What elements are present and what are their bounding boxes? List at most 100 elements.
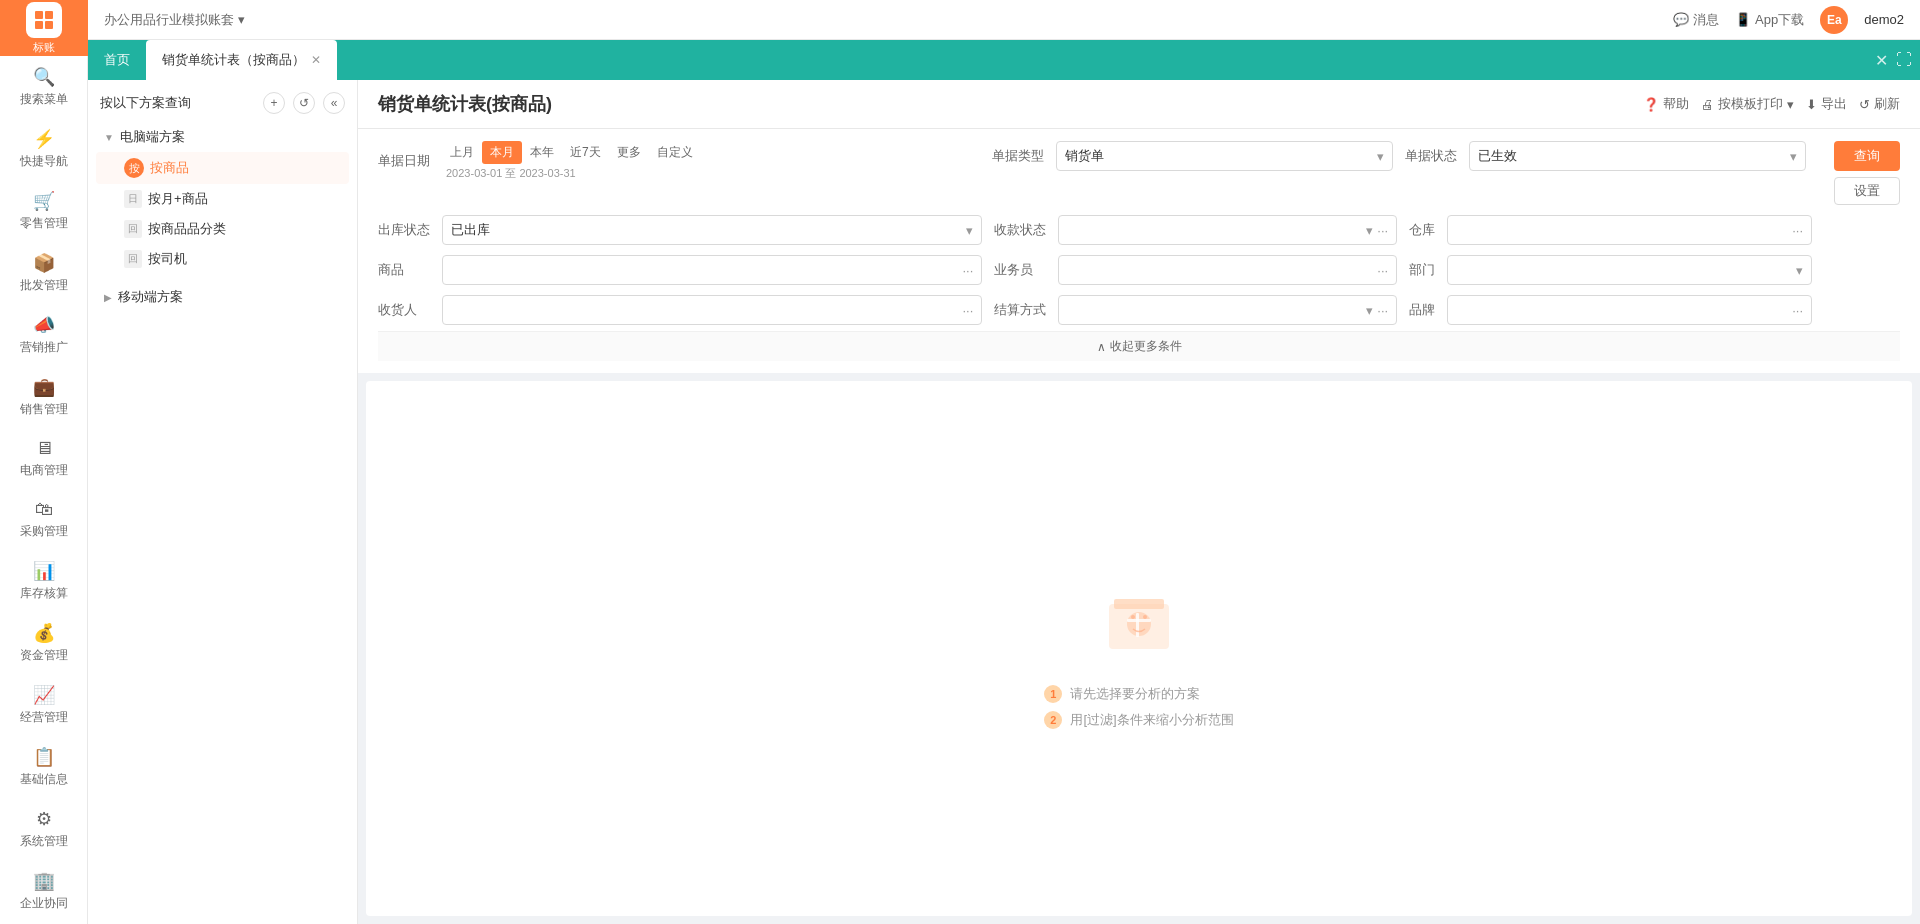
system-icon: ⚙ — [36, 808, 52, 830]
left-panel-actions: + ↺ « — [263, 92, 345, 114]
sidebar-item-quick-nav[interactable]: ⚡ 快捷导航 — [0, 118, 87, 180]
refresh-btn[interactable]: ↺ 刷新 — [1859, 95, 1900, 113]
tree-group-mobile-label: 移动端方案 — [118, 288, 183, 306]
brand-label: 品牌 — [1409, 301, 1439, 319]
sidebar-item-sales[interactable]: 💼 销售管理 — [0, 366, 87, 428]
collapse-panel-btn[interactable]: « — [323, 92, 345, 114]
filter-area: 单据日期 上月 本月 本年 近7天 更多 自定义 2023-03-01 至 20… — [358, 129, 1920, 373]
export-label: 导出 — [1821, 95, 1847, 113]
sidebar-item-finance[interactable]: 💰 资金管理 — [0, 612, 87, 674]
sidebar-item-operation-label: 经营管理 — [20, 709, 68, 726]
page-header: 销货单统计表(按商品) ❓ 帮助 🖨 按模板打印 ▾ ⬇ — [358, 80, 1920, 129]
payment-selector[interactable]: ▾ ··· — [1058, 295, 1397, 325]
product-label: 商品 — [378, 261, 434, 279]
doc-status-label: 单据状态 — [1405, 147, 1461, 165]
doc-type-value: 销货单 — [1065, 147, 1373, 165]
help-btn[interactable]: ❓ 帮助 — [1643, 95, 1689, 113]
tab-maximize-icon[interactable]: ⛶ — [1896, 51, 1912, 69]
tree-group-mobile-header[interactable]: ▶ 移动端方案 — [96, 282, 349, 312]
sidebar-item-basic[interactable]: 📋 基础信息 — [0, 736, 87, 798]
sidebar-item-search[interactable]: 🔍 搜索菜单 — [0, 56, 87, 118]
app-download-label: App下载 — [1755, 11, 1804, 29]
sidebar-item-wholesale[interactable]: 📦 批发管理 — [0, 242, 87, 304]
svg-rect-1 — [45, 11, 53, 19]
sidebar-item-marketing[interactable]: 📣 营销推广 — [0, 304, 87, 366]
template-print-btn[interactable]: 🖨 按模板打印 ▾ — [1701, 95, 1794, 113]
tree-group-desktop-label: 电脑端方案 — [120, 128, 185, 146]
sidebar-item-inventory[interactable]: 📊 库存核算 — [0, 550, 87, 612]
date-btn-more[interactable]: 更多 — [609, 141, 649, 164]
left-panel: 按以下方案查询 + ↺ « ▼ 电脑端方案 按 按商品 日 按月 — [88, 80, 358, 924]
basic-icon: 📋 — [33, 746, 55, 768]
tree-item-by-product[interactable]: 按 按商品 — [96, 152, 349, 184]
refresh-label: 刷新 — [1874, 95, 1900, 113]
date-btn-this-month[interactable]: 本月 — [482, 141, 522, 164]
recipient-selector[interactable]: ··· — [442, 295, 982, 325]
tab-sales-stats[interactable]: 销货单统计表（按商品） ✕ — [146, 40, 337, 80]
receipt-status-dots-icon: ··· — [1377, 223, 1388, 238]
doc-type-label: 单据类型 — [992, 147, 1048, 165]
add-scheme-btn[interactable]: + — [263, 92, 285, 114]
date-btn-custom[interactable]: 自定义 — [649, 141, 701, 164]
collapse-more-btn[interactable]: ∧ 收起更多条件 — [378, 331, 1900, 361]
settings-button[interactable]: 设置 — [1834, 177, 1900, 205]
query-button[interactable]: 查询 — [1834, 141, 1900, 171]
logo[interactable]: 标账 — [0, 0, 88, 56]
message-label: 消息 — [1693, 11, 1719, 29]
export-icon: ⬇ — [1806, 97, 1817, 112]
date-range-label: 2023-03-01 至 2023-03-31 — [442, 166, 980, 181]
tree-group-desktop-header[interactable]: ▼ 电脑端方案 — [96, 122, 349, 152]
topbar: 办公用品行业模拟账套 ▾ 💬 消息 📱 App下载 Ea demo2 — [88, 0, 1920, 40]
tabbar: 首页 销货单统计表（按商品） ✕ ✕ ⛶ — [88, 40, 1920, 80]
date-btn-7days[interactable]: 近7天 — [562, 141, 609, 164]
sidebar-nav: 🔍 搜索菜单 ⚡ 快捷导航 🛒 零售管理 📦 批发管理 📣 营销推广 💼 销售管… — [0, 56, 87, 924]
refresh-scheme-btn[interactable]: ↺ — [293, 92, 315, 114]
help-label: 帮助 — [1663, 95, 1689, 113]
out-status-selector[interactable]: 已出库 ▾ — [442, 215, 982, 245]
tab-home[interactable]: 首页 — [88, 40, 146, 80]
purchase-icon: 🛍 — [35, 499, 53, 520]
payment-dots-icon: ··· — [1377, 303, 1388, 318]
receipt-status-selector[interactable]: ▾ ··· — [1058, 215, 1397, 245]
sidebar-item-enterprise[interactable]: 🏢 企业协同 — [0, 860, 87, 922]
sidebar-item-purchase[interactable]: 🛍 采购管理 — [0, 489, 87, 550]
sidebar-item-system[interactable]: ⚙ 系统管理 — [0, 798, 87, 860]
doc-status-selector[interactable]: 已生效 ▾ — [1469, 141, 1806, 171]
tree-item-month-icon: 日 — [124, 190, 142, 208]
industry-selector[interactable]: 办公用品行业模拟账套 ▾ — [104, 11, 245, 29]
collapse-more-label: 收起更多条件 — [1110, 338, 1182, 355]
doc-type-selector[interactable]: 销货单 ▾ — [1056, 141, 1393, 171]
tree-item-by-category[interactable]: 回 按商品品分类 — [96, 214, 349, 244]
finance-icon: 💰 — [33, 622, 55, 644]
sidebar-item-finance-label: 资金管理 — [20, 647, 68, 664]
tab-close-icon[interactable]: ✕ — [311, 53, 321, 67]
topbar-right: 💬 消息 📱 App下载 Ea demo2 — [1673, 6, 1904, 34]
username-label: demo2 — [1864, 12, 1904, 27]
brand-selector[interactable]: ··· — [1447, 295, 1812, 325]
empty-state: 1 请先选择要分析的方案 2 用[过滤]条件来缩小分析范围 — [366, 381, 1912, 916]
user-avatar[interactable]: Ea — [1820, 6, 1848, 34]
salesperson-selector[interactable]: ··· — [1058, 255, 1397, 285]
tree-item-category-icon: 回 — [124, 220, 142, 238]
tip-2-text: 用[过滤]条件来缩小分析范围 — [1070, 711, 1233, 729]
app-download-btn[interactable]: 📱 App下载 — [1735, 11, 1804, 29]
warehouse-selector[interactable]: ··· — [1447, 215, 1812, 245]
message-btn[interactable]: 💬 消息 — [1673, 11, 1719, 29]
tip-2-num: 2 — [1044, 711, 1062, 729]
page-actions: ❓ 帮助 🖨 按模板打印 ▾ ⬇ 导出 ↺ — [1643, 95, 1900, 113]
date-btn-this-year[interactable]: 本年 — [522, 141, 562, 164]
tree-item-printer-icon: 回 — [124, 250, 142, 268]
product-selector[interactable]: ··· — [442, 255, 982, 285]
page-title-row: 销货单统计表(按商品) ❓ 帮助 🖨 按模板打印 ▾ ⬇ — [378, 92, 1900, 116]
tree-item-by-month-product[interactable]: 日 按月+商品 — [96, 184, 349, 214]
sidebar-item-sales-label: 销售管理 — [20, 401, 68, 418]
tree-item-by-printer[interactable]: 回 按司机 — [96, 244, 349, 274]
department-selector[interactable]: ▾ — [1447, 255, 1812, 285]
tab-close-window-icon[interactable]: ✕ — [1875, 51, 1888, 70]
export-btn[interactable]: ⬇ 导出 — [1806, 95, 1847, 113]
date-btn-last-month[interactable]: 上月 — [442, 141, 482, 164]
sidebar-item-retail[interactable]: 🛒 零售管理 — [0, 180, 87, 242]
sidebar-item-ecommerce[interactable]: 🖥 电商管理 — [0, 428, 87, 489]
sidebar-item-operation[interactable]: 📈 经营管理 — [0, 674, 87, 736]
help-icon: ❓ — [1643, 97, 1659, 112]
